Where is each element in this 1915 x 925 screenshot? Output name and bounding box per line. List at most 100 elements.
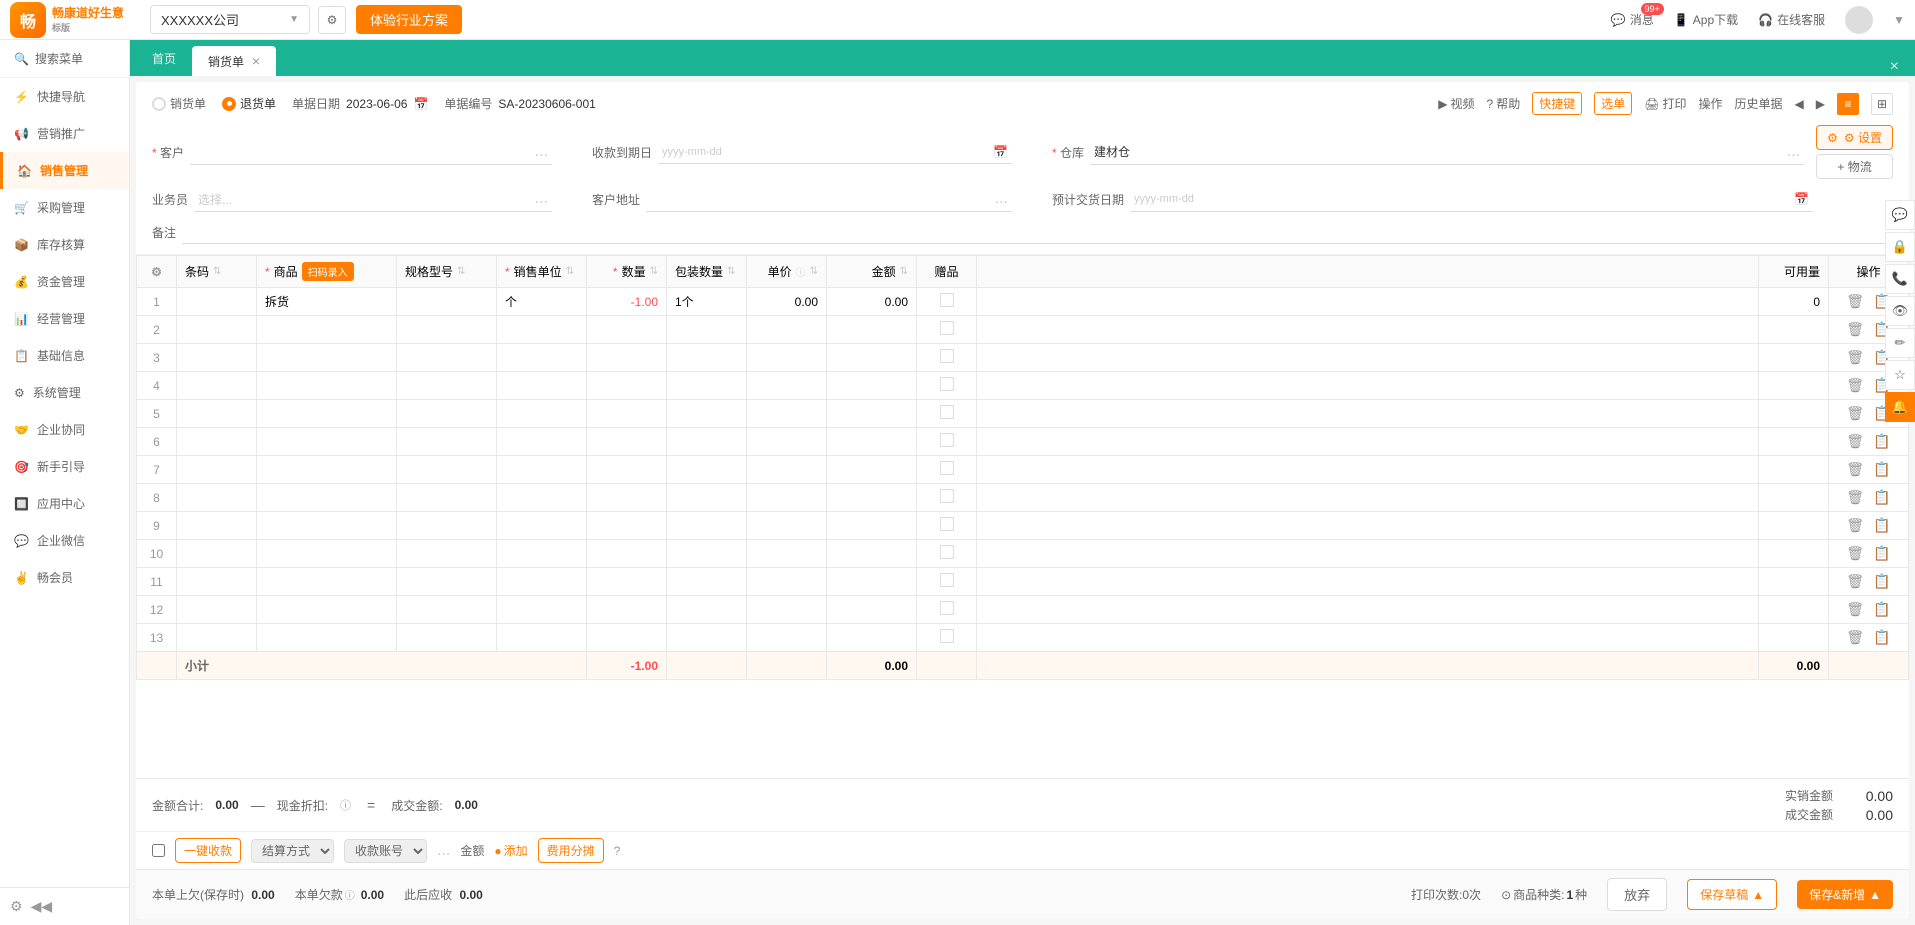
- float-edit-btn[interactable]: ✏: [1885, 328, 1915, 358]
- abandon-btn[interactable]: 放弃: [1607, 878, 1667, 911]
- expense-btn[interactable]: 费用分摊: [538, 838, 604, 863]
- row-gift[interactable]: [917, 484, 977, 512]
- row-spec[interactable]: [397, 456, 497, 484]
- row-spec[interactable]: [397, 484, 497, 512]
- row-gift[interactable]: [917, 568, 977, 596]
- delete-icon[interactable]: 🗑: [1846, 377, 1864, 393]
- row-spec[interactable]: [397, 568, 497, 596]
- sort-pkg-icon[interactable]: ⇅: [727, 266, 735, 277]
- row-unit[interactable]: [497, 596, 587, 624]
- operations-btn[interactable]: 操作: [1699, 95, 1723, 112]
- row-barcode[interactable]: [177, 568, 257, 596]
- row-barcode[interactable]: [177, 624, 257, 652]
- tab-home[interactable]: 首页: [136, 40, 192, 76]
- nav-next-btn[interactable]: ▶: [1816, 97, 1825, 111]
- row-pkg-qty[interactable]: [667, 400, 747, 428]
- sort-unit-icon[interactable]: ⇅: [566, 266, 574, 277]
- row-product[interactable]: [257, 512, 397, 540]
- row-spec[interactable]: [397, 372, 497, 400]
- sidebar-collapse-icon[interactable]: ◀◀: [31, 898, 53, 915]
- row-spec[interactable]: [397, 540, 497, 568]
- user-chevron[interactable]: ▼: [1893, 13, 1905, 27]
- row-unit[interactable]: [497, 372, 587, 400]
- tab-sales-order[interactable]: 销货单 ×: [192, 46, 276, 76]
- row-pkg-qty[interactable]: 1个: [667, 288, 747, 316]
- row-ops[interactable]: 🗑 📋: [1829, 512, 1909, 540]
- row-product[interactable]: [257, 400, 397, 428]
- row-gift[interactable]: [917, 596, 977, 624]
- settings-button[interactable]: ⚙ ⚙ 设置: [1816, 125, 1893, 150]
- row-ops[interactable]: 🗑 📋: [1829, 484, 1909, 512]
- row-price[interactable]: [747, 372, 827, 400]
- expense-help-icon[interactable]: ?: [614, 844, 621, 858]
- row-qty[interactable]: [587, 540, 667, 568]
- app-download-button[interactable]: 📱 App下载: [1674, 11, 1738, 28]
- copy-icon[interactable]: 📋: [1873, 545, 1890, 561]
- row-qty[interactable]: [587, 372, 667, 400]
- row-qty[interactable]: [587, 400, 667, 428]
- row-unit[interactable]: [497, 400, 587, 428]
- message-button[interactable]: 💬 消息 99+: [1611, 11, 1654, 28]
- delete-icon[interactable]: 🗑: [1846, 489, 1864, 505]
- addr-dots[interactable]: ...: [995, 190, 1008, 208]
- customer-addr-input[interactable]: ...: [646, 187, 1012, 212]
- row-amount[interactable]: [827, 400, 917, 428]
- nav-prev-btn[interactable]: ◀: [1795, 97, 1804, 111]
- row-spec[interactable]: [397, 624, 497, 652]
- delete-icon[interactable]: 🗑: [1846, 433, 1864, 449]
- delete-icon[interactable]: 🗑: [1846, 629, 1864, 645]
- delete-icon[interactable]: 🗑: [1846, 293, 1864, 309]
- row-spec[interactable]: [397, 428, 497, 456]
- online-support-button[interactable]: 🎧 在线客服: [1758, 11, 1825, 28]
- sidebar-item-appstore[interactable]: 🔲 应用中心: [0, 485, 129, 522]
- customer-input[interactable]: ...: [190, 140, 552, 165]
- row-product[interactable]: [257, 484, 397, 512]
- delete-icon[interactable]: 🗑: [1846, 517, 1864, 533]
- sidebar-item-inventory[interactable]: 📦 库存核算: [0, 226, 129, 263]
- row-qty[interactable]: [587, 596, 667, 624]
- save-draft-btn[interactable]: 保存草稿 ▲: [1687, 879, 1777, 910]
- delete-icon[interactable]: 🗑: [1846, 349, 1864, 365]
- dots-icon[interactable]: ...: [535, 143, 548, 161]
- col-header-gear[interactable]: ⚙: [137, 256, 177, 288]
- row-qty[interactable]: [587, 568, 667, 596]
- row-gift[interactable]: [917, 316, 977, 344]
- row-ops[interactable]: 🗑 📋: [1829, 428, 1909, 456]
- one-click-btn[interactable]: 一键收款: [175, 838, 241, 863]
- tab-close-icon[interactable]: ×: [252, 53, 260, 69]
- salesperson-dots[interactable]: ...: [535, 190, 548, 208]
- row-gift[interactable]: [917, 456, 977, 484]
- row-amount[interactable]: 0.00: [827, 288, 917, 316]
- row-barcode[interactable]: [177, 456, 257, 484]
- warehouse-dots[interactable]: ...: [1787, 143, 1800, 161]
- row-product[interactable]: [257, 428, 397, 456]
- row-qty[interactable]: [587, 484, 667, 512]
- row-barcode[interactable]: [177, 316, 257, 344]
- row-price[interactable]: [747, 540, 827, 568]
- row-unit[interactable]: [497, 456, 587, 484]
- delete-icon[interactable]: 🗑: [1846, 321, 1864, 337]
- row-spec[interactable]: [397, 400, 497, 428]
- sidebar-item-member[interactable]: ✌ 畅会员: [0, 559, 129, 596]
- shortcuts-btn[interactable]: 快捷键: [1532, 92, 1582, 115]
- float-msg-btn[interactable]: 💬: [1885, 200, 1915, 230]
- row-pkg-qty[interactable]: [667, 624, 747, 652]
- row-unit[interactable]: [497, 540, 587, 568]
- row-gift[interactable]: [917, 400, 977, 428]
- video-btn[interactable]: ▶ 视频: [1438, 95, 1474, 112]
- row-pkg-qty[interactable]: [667, 568, 747, 596]
- sidebar-item-sales[interactable]: 🏠 销售管理: [0, 152, 129, 189]
- float-eye-btn[interactable]: 👁: [1885, 296, 1915, 326]
- row-qty[interactable]: [587, 512, 667, 540]
- row-product[interactable]: [257, 568, 397, 596]
- sidebar-item-quick-nav[interactable]: ⚡ 快捷导航: [0, 78, 129, 115]
- row-price[interactable]: [747, 512, 827, 540]
- sidebar-item-enterprise[interactable]: 🤝 企业协同: [0, 411, 129, 448]
- row-gift[interactable]: [917, 624, 977, 652]
- row-unit[interactable]: [497, 428, 587, 456]
- row-amount[interactable]: [827, 456, 917, 484]
- copy-icon[interactable]: 📋: [1873, 573, 1890, 589]
- row-price[interactable]: [747, 568, 827, 596]
- float-phone-btn[interactable]: 📞: [1885, 264, 1915, 294]
- avatar[interactable]: [1845, 6, 1873, 34]
